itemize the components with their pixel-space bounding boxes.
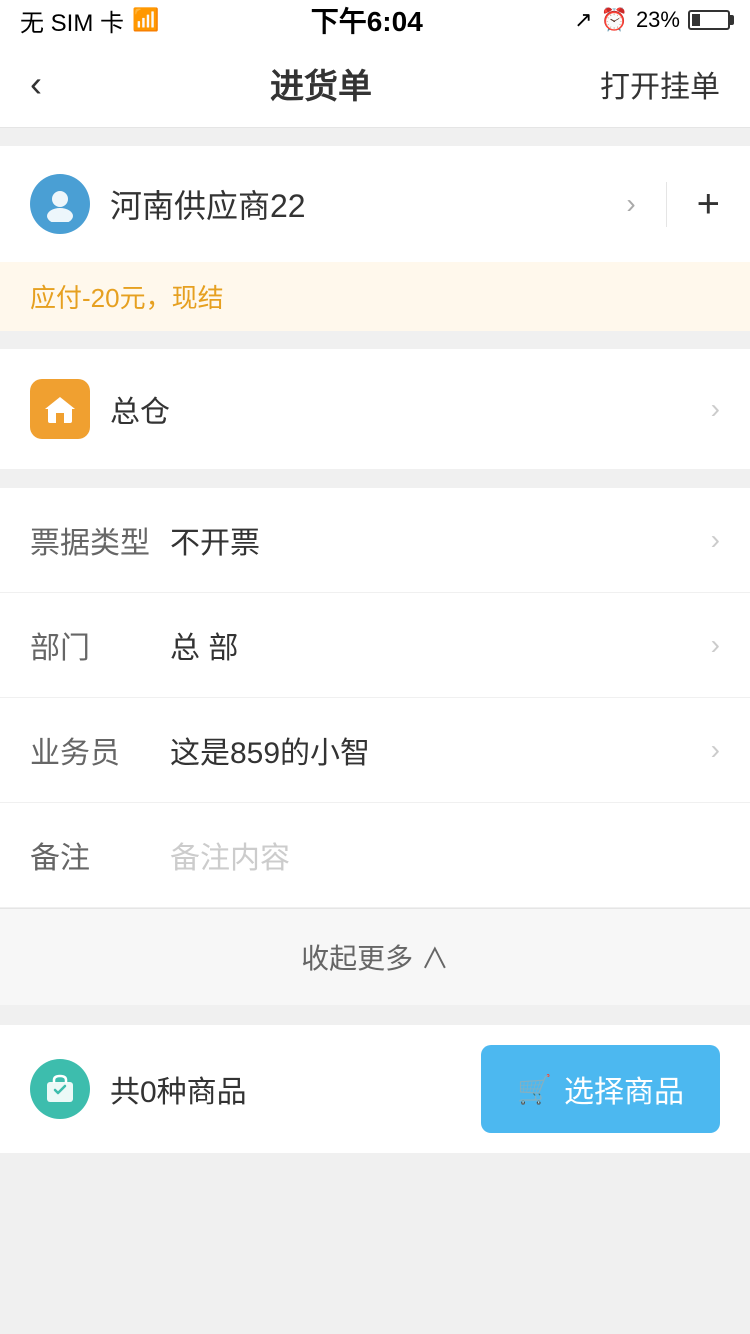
select-btn-label: 选择商品 — [564, 1067, 684, 1111]
invoice-label: 票据类型 — [30, 518, 150, 562]
notice-bar: 应付-20元，现结 — [0, 262, 750, 331]
supplier-chevron-icon: › — [626, 188, 635, 220]
add-button[interactable]: + — [666, 182, 720, 227]
collapse-button[interactable]: 收起更多 ∧ — [0, 908, 750, 1005]
nav-bar: ‹ 进货单 打开挂单 — [0, 40, 750, 128]
salesman-label: 业务员 — [30, 728, 150, 772]
warehouse-row[interactable]: 总仓 › — [0, 349, 750, 470]
product-count: 共0种商品 — [110, 1067, 481, 1111]
invoice-row[interactable]: 票据类型 不开票 › — [0, 488, 750, 593]
section-gap-1 — [0, 128, 750, 146]
alarm-icon: ⏰ — [601, 7, 628, 33]
remark-row[interactable]: 备注 备注内容 — [0, 803, 750, 908]
invoice-value: 不开票 — [170, 518, 711, 562]
back-button[interactable]: ‹ — [30, 63, 42, 105]
notice-text: 应付-20元，现结 — [30, 283, 224, 313]
section-gap-4 — [0, 1005, 750, 1023]
section-gap-2 — [0, 331, 750, 349]
dept-label: 部门 — [30, 623, 150, 667]
warehouse-icon — [30, 379, 90, 439]
salesman-row[interactable]: 业务员 这是859的小智 › — [0, 698, 750, 803]
cart-icon: 🛒 — [517, 1073, 552, 1106]
fields-section: 票据类型 不开票 › 部门 总 部 › 业务员 这是859的小智 › 备注 备注… — [0, 488, 750, 1005]
warehouse-name: 总仓 — [110, 387, 711, 431]
warehouse-chevron-icon: › — [711, 393, 720, 425]
status-bar: 无 SIM 卡 📶 下午6:04 ↗ ⏰ 23% — [0, 0, 750, 40]
location-icon: ↗ — [574, 7, 592, 33]
select-product-button[interactable]: 🛒 选择商品 — [481, 1045, 720, 1133]
remark-input[interactable]: 备注内容 — [170, 833, 720, 877]
supplier-avatar — [30, 174, 90, 234]
supplier-name: 河南供应商22 — [110, 181, 626, 227]
battery-icon — [688, 10, 730, 30]
supplier-section: 河南供应商22 › + 应付-20元，现结 — [0, 146, 750, 331]
status-right: ↗ ⏰ 23% — [574, 7, 730, 33]
dept-value: 总 部 — [170, 623, 711, 667]
status-left: 无 SIM 卡 📶 — [20, 3, 159, 38]
status-time: 下午6:04 — [311, 0, 423, 40]
bottom-bar: 共0种商品 🛒 选择商品 — [0, 1025, 750, 1153]
remark-label: 备注 — [30, 833, 150, 877]
supplier-row[interactable]: 河南供应商22 › + — [0, 146, 750, 262]
battery-text: 23% — [636, 7, 680, 33]
salesman-chevron-icon: › — [711, 734, 720, 766]
wifi-icon: 📶 — [132, 7, 159, 33]
salesman-value: 这是859的小智 — [170, 728, 711, 772]
product-icon — [30, 1059, 90, 1119]
open-pending-button[interactable]: 打开挂单 — [600, 62, 720, 106]
carrier-text: 无 SIM 卡 — [20, 3, 124, 38]
section-gap-3 — [0, 470, 750, 488]
dept-chevron-icon: › — [711, 629, 720, 661]
dept-row[interactable]: 部门 总 部 › — [0, 593, 750, 698]
page-title: 进货单 — [270, 59, 372, 108]
invoice-chevron-icon: › — [711, 524, 720, 556]
warehouse-section: 总仓 › — [0, 349, 750, 470]
